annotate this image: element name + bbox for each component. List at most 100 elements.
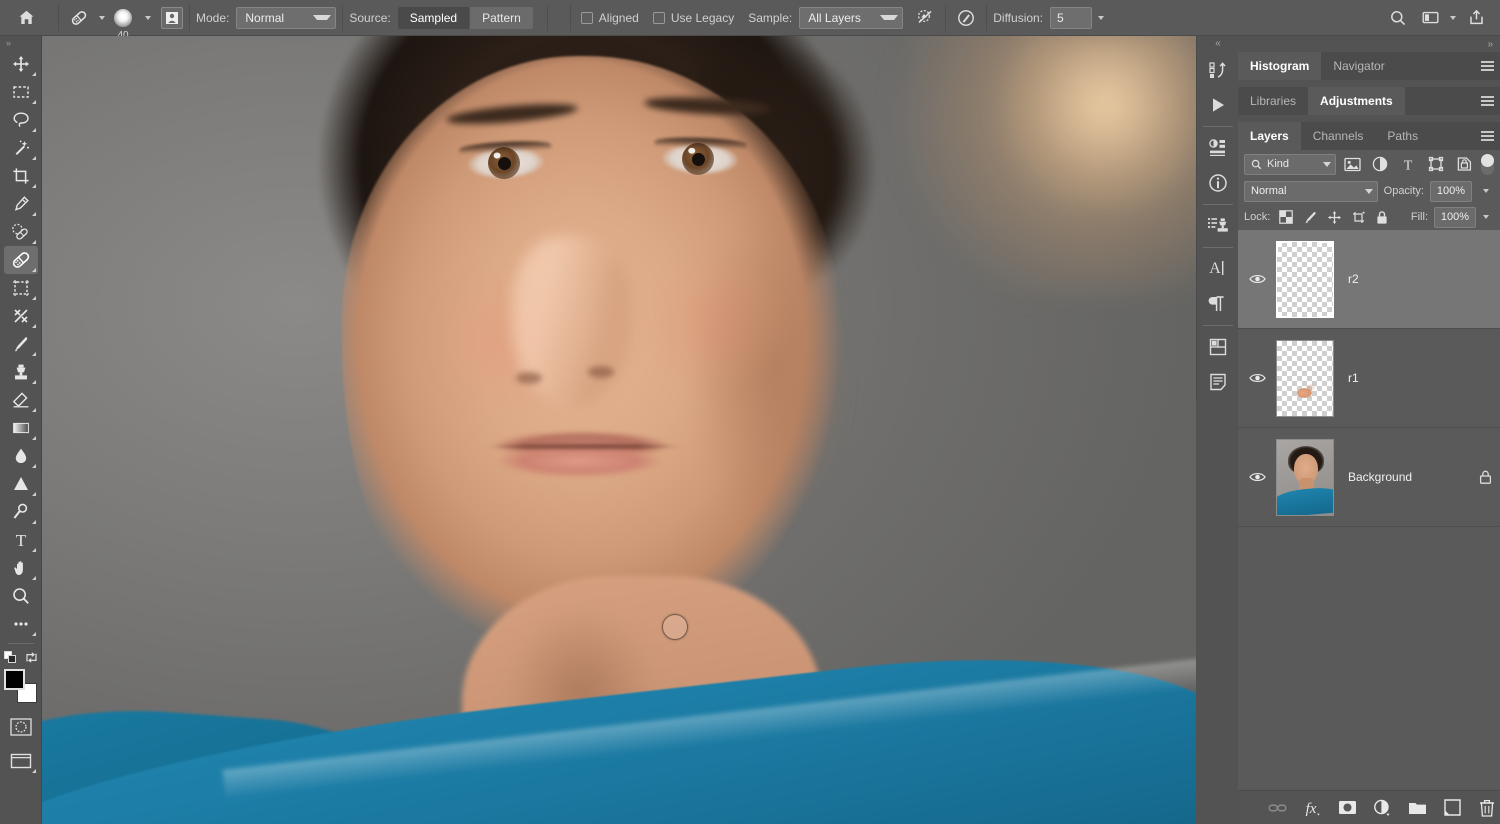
rail-collapse-button[interactable]: «	[1197, 36, 1238, 52]
chevron-down-icon[interactable]	[99, 15, 105, 20]
tool-zoom[interactable]	[4, 582, 38, 610]
tool-gradient[interactable]	[4, 414, 38, 442]
layer-name[interactable]: Background	[1338, 470, 1470, 484]
layer-thumbnail[interactable]	[1272, 239, 1338, 320]
tool-brush[interactable]	[4, 330, 38, 358]
layer-visibility-toggle[interactable]	[1242, 273, 1272, 285]
swap-colors-icon[interactable]	[25, 651, 38, 664]
paragraph-panel-icon[interactable]	[1201, 286, 1235, 322]
home-button[interactable]	[0, 9, 52, 26]
lock-image-pixels-icon[interactable]	[1299, 206, 1321, 228]
diffusion-input[interactable]: 5	[1050, 6, 1093, 29]
tool-pen[interactable]	[4, 498, 38, 526]
new-layer-button[interactable]	[1440, 796, 1464, 820]
ignore-adjustment-layers-icon[interactable]	[911, 5, 939, 31]
layer-style-button[interactable]: fx	[1300, 796, 1324, 820]
quick-mask-button[interactable]	[4, 713, 38, 741]
opacity-input[interactable]: 100%	[1430, 180, 1472, 202]
history-panel-icon[interactable]	[1201, 52, 1235, 88]
document-canvas[interactable]	[42, 36, 1196, 824]
filter-pixel-icon[interactable]	[1340, 153, 1364, 175]
tool-preset-picker[interactable]	[65, 0, 111, 36]
tab-paths[interactable]: Paths	[1375, 122, 1431, 150]
layer-visibility-toggle[interactable]	[1242, 372, 1272, 384]
filter-type-icon[interactable]: T	[1396, 153, 1420, 175]
lock-position-icon[interactable]	[1323, 206, 1345, 228]
tool-content-aware-move[interactable]	[4, 302, 38, 330]
tab-layers[interactable]: Layers	[1238, 122, 1301, 150]
tool-object-selection[interactable]	[4, 134, 38, 162]
tool-patch[interactable]	[4, 274, 38, 302]
tool-lasso[interactable]	[4, 106, 38, 134]
tab-histogram[interactable]: Histogram	[1238, 52, 1322, 80]
add-layer-mask-button[interactable]	[1335, 796, 1359, 820]
tab-adjustments[interactable]: Adjustments	[1308, 87, 1405, 115]
panels-collapse-button[interactable]: »	[1238, 36, 1500, 52]
chevron-down-icon[interactable]	[1450, 15, 1456, 20]
tool-crop[interactable]	[4, 162, 38, 190]
tool-rectangular-marquee[interactable]	[4, 78, 38, 106]
share-icon[interactable]	[1462, 5, 1490, 31]
foreground-color-swatch[interactable]	[3, 669, 25, 690]
aligned-checkbox[interactable]: Aligned	[580, 0, 639, 36]
panel-menu-icon[interactable]	[1474, 87, 1500, 115]
opacity-stepper[interactable]	[1478, 189, 1494, 193]
filter-shape-icon[interactable]	[1424, 153, 1448, 175]
toolbar-collapse-button[interactable]: »	[0, 36, 41, 50]
workspace-switcher-icon[interactable]	[1416, 5, 1444, 31]
fill-input[interactable]: 100%	[1434, 206, 1476, 228]
actions-panel-icon[interactable]	[1201, 87, 1235, 123]
tool-edit-toolbar[interactable]	[4, 610, 38, 638]
tool-blur[interactable]	[4, 442, 38, 470]
new-group-button[interactable]	[1405, 796, 1429, 820]
pressure-for-size-icon[interactable]	[952, 5, 980, 31]
tab-navigator[interactable]: Navigator	[1321, 52, 1397, 80]
lock-all-icon[interactable]	[1371, 206, 1393, 228]
properties-panel-icon[interactable]	[1201, 130, 1235, 166]
clone-source-panel-icon[interactable]	[161, 6, 183, 29]
tool-eyedropper[interactable]	[4, 190, 38, 218]
default-colors-icon[interactable]	[3, 650, 17, 664]
sample-select[interactable]: All Layers	[799, 6, 904, 29]
source-option-sampled[interactable]: Sampled	[397, 6, 471, 29]
panel-menu-icon[interactable]	[1474, 52, 1500, 80]
layer-thumbnail[interactable]	[1272, 437, 1338, 518]
source-option-pattern[interactable]: Pattern	[470, 6, 533, 29]
layer-visibility-toggle[interactable]	[1242, 471, 1272, 483]
lock-transparent-pixels-icon[interactable]	[1275, 206, 1297, 228]
blend-mode-select[interactable]: Normal	[1244, 180, 1378, 202]
table-row[interactable]: r2	[1238, 230, 1500, 329]
tool-clone-stamp[interactable]	[4, 358, 38, 386]
tab-libraries[interactable]: Libraries	[1238, 87, 1309, 115]
table-row[interactable]: r1	[1238, 329, 1500, 428]
character-panel-icon[interactable]: A	[1201, 251, 1235, 287]
tool-eraser[interactable]	[4, 386, 38, 414]
tool-healing-brush[interactable]	[3, 246, 38, 274]
mode-select[interactable]: Normal	[236, 6, 337, 29]
layer-name[interactable]: r1	[1338, 371, 1500, 385]
brush-size-picker[interactable]: 40	[111, 5, 137, 41]
notes-panel-icon[interactable]	[1201, 364, 1235, 400]
layer-name[interactable]: r2	[1338, 272, 1500, 286]
new-adjustment-layer-button[interactable]	[1370, 796, 1394, 820]
tool-move[interactable]	[4, 50, 38, 78]
tool-spot-healing-brush[interactable]	[4, 218, 38, 246]
fill-stepper[interactable]	[1478, 215, 1494, 219]
layer-comps-panel-icon[interactable]	[1201, 329, 1235, 365]
tab-channels[interactable]: Channels	[1300, 122, 1376, 150]
filter-adjustment-icon[interactable]	[1368, 153, 1392, 175]
panel-menu-icon[interactable]	[1474, 122, 1500, 150]
tool-type[interactable]: T	[4, 526, 38, 554]
brush-picker-chevron-icon[interactable]	[145, 15, 151, 20]
table-row[interactable]: Background	[1238, 428, 1500, 527]
filter-enable-toggle[interactable]	[1481, 153, 1494, 175]
screen-mode-button[interactable]	[4, 747, 38, 775]
lock-artboard-nesting-icon[interactable]	[1347, 206, 1369, 228]
clone-source-panel-icon[interactable]	[1201, 208, 1235, 244]
diffusion-stepper[interactable]	[1092, 7, 1110, 29]
layer-filter-kind-select[interactable]: Kind	[1244, 153, 1336, 175]
use-legacy-checkbox[interactable]: Use Legacy	[652, 0, 734, 36]
info-panel-icon[interactable]	[1201, 166, 1235, 202]
filter-smart-object-icon[interactable]	[1452, 153, 1476, 175]
tool-hand[interactable]	[4, 554, 38, 582]
